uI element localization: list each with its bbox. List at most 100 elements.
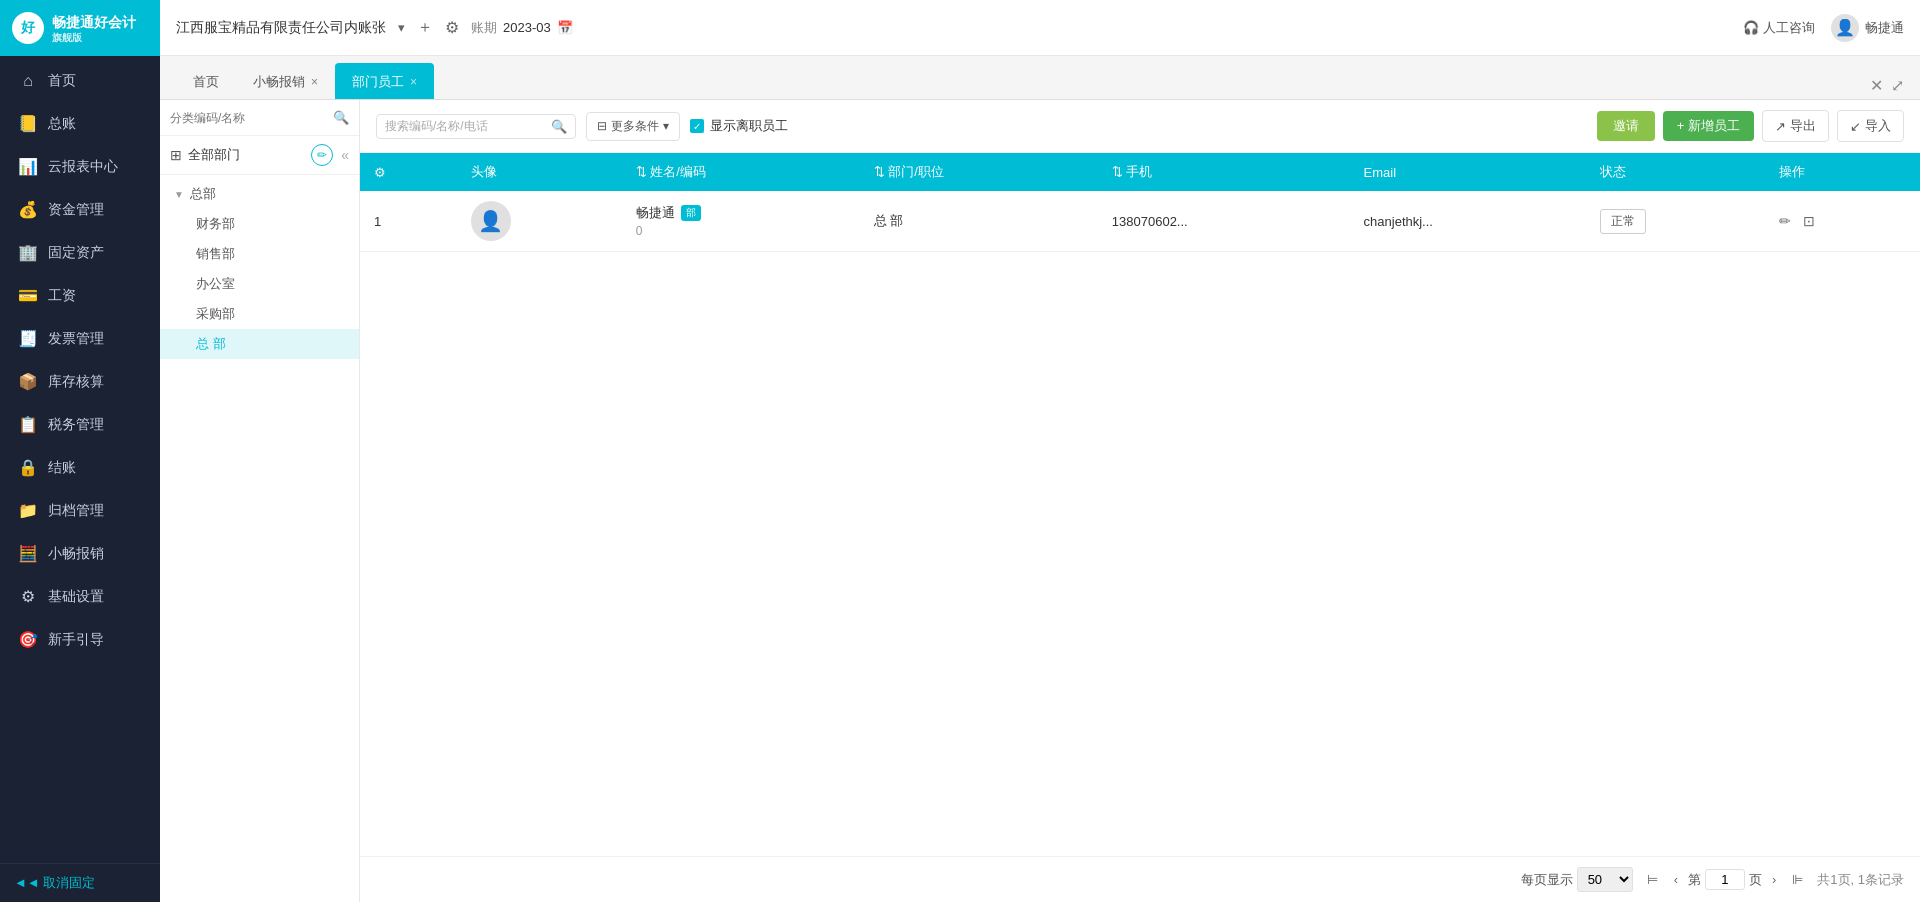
prev-page-button[interactable]: ‹ [1668, 870, 1684, 889]
show-resigned-toggle[interactable]: ✓ 显示离职员工 [690, 117, 788, 135]
dept-search-icon[interactable]: 🔍 [333, 110, 349, 125]
logo-text: 畅捷通好会计 [52, 14, 136, 30]
topbar: 江西服宝精品有限责任公司内账张 ▾ ＋ ⚙ 账期 2023-03 📅 🎧 人工咨… [160, 0, 1920, 56]
row-status: 正常 [1586, 191, 1765, 252]
page-suffix: 页 [1749, 871, 1762, 889]
row-actions: ✏ ⊡ [1765, 191, 1920, 252]
row-name-code: 畅捷通 部 0 [622, 191, 860, 252]
sidebar-item-tax[interactable]: 📋税务管理 [0, 403, 160, 446]
close-window-icon[interactable]: ✕ [1870, 76, 1883, 95]
dept-group-general: ▼总部财务部销售部办公室采购部总 部 [160, 179, 359, 359]
page-size-dropdown[interactable]: 102050100 [1577, 867, 1633, 892]
sidebar-item-payroll[interactable]: 💳工资 [0, 274, 160, 317]
employee-search-input[interactable] [385, 119, 545, 133]
dept-item-purchase[interactable]: 采购部 [160, 299, 359, 329]
first-page-button[interactable]: ⊨ [1641, 870, 1664, 889]
col-name-code[interactable]: ⇅ 姓名/编码 [622, 153, 860, 191]
page-input[interactable] [1705, 869, 1745, 890]
sidebar-item-ledger[interactable]: 📒总账 [0, 102, 160, 145]
next-page-button[interactable]: › [1766, 870, 1782, 889]
sidebar-item-home[interactable]: ⌂ 首页 [0, 60, 160, 102]
service-button[interactable]: 🎧 人工咨询 [1743, 19, 1815, 37]
employee-search-box: 🔍 [376, 114, 576, 139]
sidebar-item-guide[interactable]: 🎯新手引导 [0, 618, 160, 661]
all-dept-label[interactable]: 全部部门 [188, 146, 240, 164]
tab-label-expense: 小畅报销 [253, 73, 305, 91]
nav-icon-reports: 📊 [18, 157, 38, 176]
dept-parent-label-general: 总部 [190, 185, 216, 203]
user-avatar: 👤 [1831, 14, 1859, 42]
sidebar-item-close[interactable]: 🔒结账 [0, 446, 160, 489]
period-value[interactable]: 2023-03 [503, 20, 551, 35]
col-status: 状态 [1586, 153, 1765, 191]
nav-label-fixed-assets: 固定资产 [48, 244, 104, 262]
nav-label-expense: 小畅报销 [48, 545, 104, 563]
dept-item-finance[interactable]: 财务部 [160, 209, 359, 239]
employee-search-icon[interactable]: 🔍 [551, 119, 567, 134]
import-label: 导入 [1865, 117, 1891, 135]
export-button[interactable]: ↗ 导出 [1762, 110, 1829, 142]
nav-icon-archive: 📁 [18, 501, 38, 520]
col-settings[interactable]: ⚙ [360, 153, 457, 191]
nav-label-tax: 税务管理 [48, 416, 104, 434]
tab-close-department[interactable]: × [410, 75, 417, 89]
sidebar-item-inventory[interactable]: 📦库存核算 [0, 360, 160, 403]
company-dropdown-icon[interactable]: ▾ [398, 20, 405, 35]
logout-icon[interactable]: ⊡ [1803, 213, 1815, 229]
last-page-button[interactable]: ⊫ [1786, 870, 1809, 889]
tab-label-home: 首页 [193, 73, 219, 91]
dept-item-headquarters[interactable]: 总 部 [160, 329, 359, 359]
nav-label-settings: 基础设置 [48, 588, 104, 606]
nav-label-close: 结账 [48, 459, 76, 477]
table-row: 1 👤 畅捷通 部 0 总 部 138070602... chanjethkj.… [360, 191, 1920, 252]
tab-expense[interactable]: 小畅报销 × [236, 63, 335, 99]
employee-avatar: 👤 [471, 201, 511, 241]
dept-parent-general[interactable]: ▼总部 [160, 179, 359, 209]
invite-button[interactable]: 邀请 [1597, 111, 1655, 141]
sidebar-item-reports[interactable]: 📊云报表中心 [0, 145, 160, 188]
tab-department[interactable]: 部门员工× [335, 63, 434, 99]
dept-item-sales[interactable]: 销售部 [160, 239, 359, 269]
col-dept-position[interactable]: ⇅ 部门/职位 [860, 153, 1098, 191]
col-actions: 操作 [1765, 153, 1920, 191]
company-name: 江西服宝精品有限责任公司内账张 [176, 19, 386, 37]
import-button[interactable]: ↙ 导入 [1837, 110, 1904, 142]
dept-search-input[interactable] [170, 111, 327, 125]
nav-icon-home: ⌂ [18, 72, 38, 90]
dept-collapse-icon[interactable]: « [341, 147, 349, 163]
user-menu[interactable]: 👤 畅捷通 [1831, 14, 1904, 42]
employee-table: ⚙ 头像 ⇅ 姓名/编码 ⇅ 部门/职位 ⇅ 手机 Email 状态 操作 1 … [360, 153, 1920, 856]
sidebar-item-fixed-assets[interactable]: 🏢固定资产 [0, 231, 160, 274]
user-name: 畅捷通 [1865, 19, 1904, 37]
sidebar-item-archive[interactable]: 📁归档管理 [0, 489, 160, 532]
cancel-pin-button[interactable]: ◄◄ 取消固定 [0, 863, 160, 902]
dept-edit-button[interactable]: ✏ [311, 144, 333, 166]
calendar-icon[interactable]: 📅 [557, 20, 573, 35]
employee-dept-badge: 部 [681, 205, 701, 221]
nav-label-home: 首页 [48, 72, 76, 90]
nav-label-inventory: 库存核算 [48, 373, 104, 391]
maximize-icon[interactable]: ⤢ [1891, 76, 1904, 95]
add-employee-button[interactable]: + 新增员工 [1663, 111, 1754, 141]
tab-home[interactable]: 首页 [176, 63, 236, 99]
dept-item-office[interactable]: 办公室 [160, 269, 359, 299]
sidebar-item-expense[interactable]: 🧮小畅报销 [0, 532, 160, 575]
row-phone: 138070602... [1098, 191, 1350, 252]
more-filters-button[interactable]: ⊟ 更多条件 ▾ [586, 112, 680, 141]
sidebar-nav: ⌂ 首页 📒总账📊云报表中心💰资金管理🏢固定资产💳工资🧾发票管理📦库存核算📋税务管理… [0, 56, 160, 863]
tab-close-expense[interactable]: × [311, 75, 318, 89]
add-company-icon[interactable]: ＋ [417, 17, 433, 38]
row-index: 1 [360, 191, 457, 252]
company-settings-icon[interactable]: ⚙ [445, 18, 459, 37]
employee-name[interactable]: 畅捷通 [636, 204, 675, 222]
col-avatar: 头像 [457, 153, 622, 191]
edit-icon[interactable]: ✏ [1779, 213, 1791, 229]
sidebar-item-funds[interactable]: 💰资金管理 [0, 188, 160, 231]
col-phone[interactable]: ⇅ 手机 [1098, 153, 1350, 191]
nav-label-guide: 新手引导 [48, 631, 104, 649]
sidebar-item-invoice[interactable]: 🧾发票管理 [0, 317, 160, 360]
show-resigned-checkbox[interactable]: ✓ [690, 119, 704, 133]
dept-tree: ▼总部财务部销售部办公室采购部总 部 [160, 175, 359, 902]
sidebar-item-settings[interactable]: ⚙基础设置 [0, 575, 160, 618]
nav-icon-funds: 💰 [18, 200, 38, 219]
